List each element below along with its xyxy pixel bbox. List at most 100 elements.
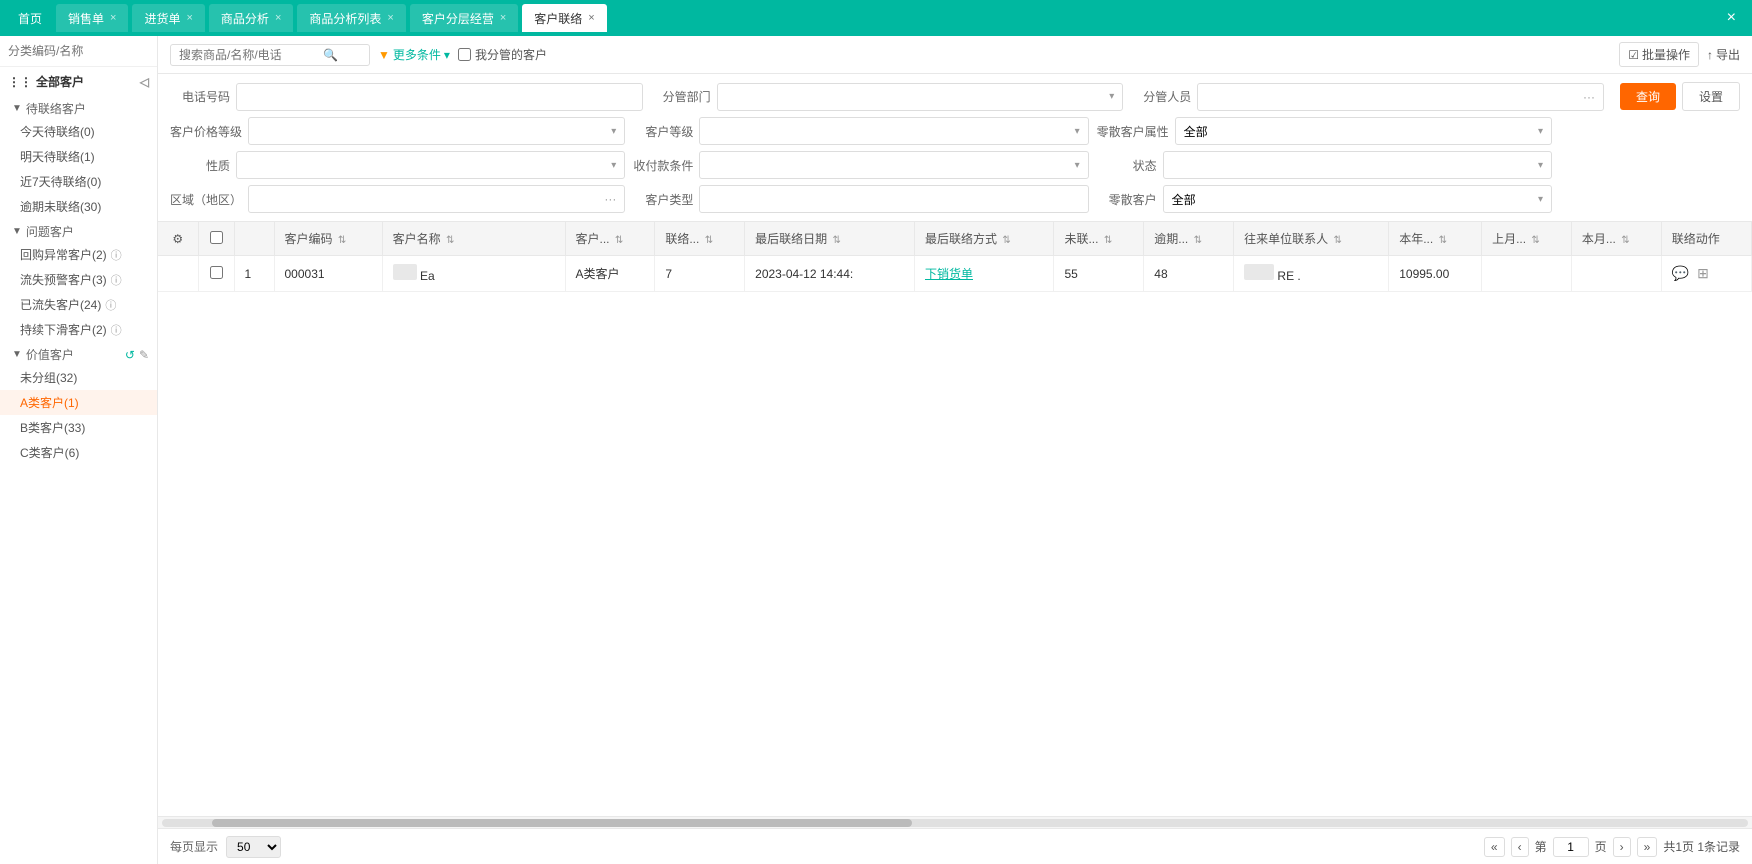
row-overdue: 48	[1144, 256, 1234, 292]
nav-tab-customer-contact[interactable]: 客户联络 ×	[522, 4, 606, 32]
prev-page-btn[interactable]: ‹	[1511, 837, 1529, 857]
row-select-checkbox[interactable]	[210, 266, 223, 279]
sidebar-item-c-class[interactable]: C类客户(6)	[0, 440, 157, 465]
last-page-btn[interactable]: »	[1637, 837, 1658, 857]
settings-button[interactable]: 设置	[1682, 82, 1740, 111]
col-overdue[interactable]: 逾期... ⇅	[1144, 222, 1234, 256]
col-this-year[interactable]: 本年... ⇅	[1389, 222, 1482, 256]
filter-retail-attr-select[interactable]: 全部 ▾	[1175, 117, 1552, 145]
scrollbar-thumb[interactable]	[212, 819, 912, 827]
col-uncontacted[interactable]: 未联... ⇅	[1054, 222, 1144, 256]
sidebar: 🔍 ⋮⋮ 全部客户 ◁ ▼ 待联络客户 今天待联络(0) 明天待联络(1) 近7…	[0, 36, 158, 864]
close-tab-sales[interactable]: ×	[110, 12, 116, 24]
batch-op-button[interactable]: ☑ 批量操作	[1619, 42, 1699, 67]
filter-phone-input[interactable]	[236, 83, 643, 111]
filter-payment-select[interactable]: ▾	[699, 151, 1088, 179]
filter-status-select[interactable]: ▾	[1163, 151, 1552, 179]
chat-icon[interactable]: 💬	[1672, 265, 1689, 282]
arrow-down-icon: ▼	[12, 103, 22, 114]
sidebar-collapse-btn[interactable]: ◁	[140, 75, 149, 89]
sidebar-item-today-pending[interactable]: 今天待联络(0)	[0, 119, 157, 144]
close-tab-customer-contact[interactable]: ×	[588, 12, 594, 24]
info-icon-churned[interactable]: ⓘ	[105, 297, 116, 313]
close-tab-purchase[interactable]: ×	[186, 12, 192, 24]
query-button[interactable]: 查询	[1620, 83, 1676, 110]
col-last-month[interactable]: 上月... ⇅	[1482, 222, 1572, 256]
nav-tab-analysis[interactable]: 商品分析 ×	[209, 4, 293, 32]
sidebar-search-input[interactable]	[8, 44, 158, 58]
sort-this-year-icon: ⇅	[1439, 235, 1447, 246]
page-input[interactable]	[1553, 837, 1589, 857]
sidebar-item-abnormal[interactable]: 回购异常客户(2) ⓘ	[0, 242, 157, 267]
filter-customer-level-select[interactable]: ▾	[699, 117, 1088, 145]
sidebar-item-ungrouped[interactable]: 未分组(32)	[0, 365, 157, 390]
filter-row-3: 性质 ▾ 收付款条件 ▾ 状态	[170, 151, 1740, 179]
refresh-icon[interactable]: ↺	[125, 348, 135, 362]
close-tab-analysis[interactable]: ×	[275, 12, 281, 24]
first-page-btn[interactable]: «	[1484, 837, 1505, 857]
col-contact-count[interactable]: 联络... ⇅	[655, 222, 745, 256]
info-icon-declining[interactable]: ⓘ	[111, 322, 122, 338]
filter-nature-select[interactable]: ▾	[236, 151, 625, 179]
close-tab-customer-mgmt[interactable]: ×	[500, 12, 506, 24]
retail-customer-arrow: ▾	[1538, 194, 1543, 205]
nav-tab-purchase[interactable]: 进货单 ×	[132, 4, 204, 32]
nav-tab-customer-mgmt[interactable]: 客户分层经营 ×	[410, 4, 518, 32]
sidebar-item-tomorrow-pending[interactable]: 明天待联络(1)	[0, 144, 157, 169]
sidebar-all-customers[interactable]: ⋮⋮ 全部客户 ◁	[0, 67, 157, 96]
nav-home[interactable]: 首页	[8, 4, 52, 32]
sidebar-item-b-class[interactable]: B类客户(33)	[0, 415, 157, 440]
edit-icon[interactable]: ✎	[139, 348, 149, 362]
page-size-select[interactable]: 50 10 20 100	[226, 836, 281, 858]
next-page-btn[interactable]: ›	[1613, 837, 1631, 857]
col-this-month[interactable]: 本月... ⇅	[1571, 222, 1661, 256]
row-last-method[interactable]: 下销货单	[914, 256, 1053, 292]
filter-person-input[interactable]: ···	[1197, 83, 1604, 111]
last-method-link[interactable]: 下销货单	[925, 267, 973, 281]
filter-region-input[interactable]: ···	[248, 185, 625, 213]
filter-price-level-select[interactable]: ▾	[248, 117, 625, 145]
col-last-method[interactable]: 最后联络方式 ⇅	[914, 222, 1053, 256]
row-code[interactable]: 000031	[274, 256, 382, 292]
sidebar-item-7day-pending[interactable]: 近7天待联络(0)	[0, 169, 157, 194]
more-conditions-btn[interactable]: ▼ 更多条件 ▾	[378, 46, 450, 63]
horizontal-scrollbar[interactable]	[158, 816, 1752, 828]
col-type[interactable]: 客户... ⇅	[565, 222, 655, 256]
sidebar-group-value[interactable]: ▼ 价值客户 ↺ ✎	[0, 342, 157, 365]
sidebar-group-problem[interactable]: ▼ 问题客户	[0, 219, 157, 242]
close-all-tabs[interactable]: ×	[1719, 9, 1744, 27]
filter-dept-select[interactable]: ▾	[717, 83, 1124, 111]
sidebar-group-pending[interactable]: ▼ 待联络客户	[0, 96, 157, 119]
nav-tab-sales[interactable]: 销售单 ×	[56, 4, 128, 32]
sidebar-item-overdue-contact[interactable]: 逾期未联络(30)	[0, 194, 157, 219]
col-checkbox[interactable]	[198, 222, 234, 256]
select-all-checkbox[interactable]	[210, 231, 223, 244]
filter-price-level-label: 客户价格等级	[170, 123, 242, 140]
my-customers-check[interactable]	[458, 48, 471, 61]
col-code[interactable]: 客户编码 ⇅	[274, 222, 382, 256]
close-tab-analysis-list[interactable]: ×	[387, 12, 393, 24]
filter-customer-type-input[interactable]	[699, 185, 1088, 213]
sidebar-item-a-class[interactable]: A类客户(1)	[0, 390, 157, 415]
filter-search-icon[interactable]: 🔍	[323, 48, 338, 62]
info-icon-churn-warning[interactable]: ⓘ	[111, 272, 122, 288]
col-name[interactable]: 客户名称 ⇅	[382, 222, 565, 256]
col-last-date[interactable]: 最后联络日期 ⇅	[745, 222, 915, 256]
info-icon-abnormal[interactable]: ⓘ	[111, 247, 122, 263]
sidebar-item-churn-warning[interactable]: 流失预警客户(3) ⓘ	[0, 267, 157, 292]
sidebar-item-declining[interactable]: 持续下滑客户(2) ⓘ	[0, 317, 157, 342]
top-nav: 首页 销售单 × 进货单 × 商品分析 × 商品分析列表 × 客户分层经营 × …	[0, 0, 1752, 36]
grid-action-icon[interactable]: ⊞	[1697, 265, 1709, 282]
my-customers-checkbox[interactable]: 我分管的客户	[458, 46, 547, 63]
sidebar-item-churned[interactable]: 已流失客户(24) ⓘ	[0, 292, 157, 317]
row-uncontacted: 55	[1054, 256, 1144, 292]
filter-retail-customer-select[interactable]: 全部 ▾	[1163, 185, 1552, 213]
col-contact-person[interactable]: 往来单位联系人 ⇅	[1234, 222, 1389, 256]
filter-customer-level-label: 客户等级	[633, 123, 693, 140]
filter-search-input[interactable]	[179, 48, 319, 62]
nav-tab-analysis-list[interactable]: 商品分析列表 ×	[297, 4, 405, 32]
row-checkbox[interactable]	[198, 256, 234, 292]
scrollbar-track[interactable]	[162, 819, 1748, 827]
col-settings[interactable]: ⚙	[158, 222, 198, 256]
export-button[interactable]: ↑ 导出	[1707, 46, 1740, 63]
